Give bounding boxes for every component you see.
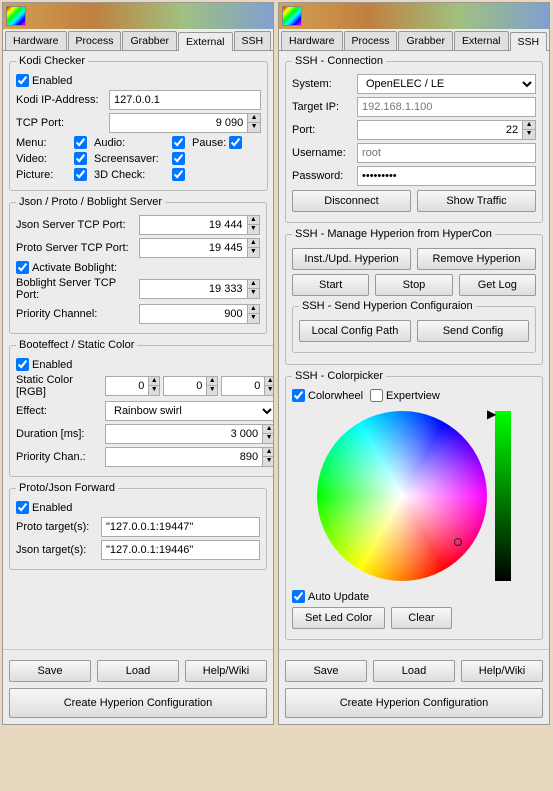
send-config-button[interactable]: Send Config [417,320,529,342]
video-check[interactable] [74,152,87,165]
tab-bar: Hardware Process Grabber External SSH [3,29,273,51]
menu-check[interactable] [74,136,87,149]
tab-process[interactable]: Process [68,31,122,50]
json-target-input[interactable] [101,540,260,560]
bottom-bar: Save Load Help/Wiki Create Hyperion Conf… [3,649,273,724]
kodi-ip-label: Kodi IP-Address: [16,94,106,106]
remove-button[interactable]: Remove Hyperion [417,248,536,270]
tab-grabber[interactable]: Grabber [398,31,453,50]
conn-legend: SSH - Connection [292,55,386,67]
value-slider[interactable]: ▶ [495,411,511,581]
manage-legend: SSH - Manage Hyperion from HyperCon [292,228,495,240]
fwd-legend: Proto/Json Forward [16,482,118,494]
boot-legend: Booteffect / Static Color [16,339,137,351]
expertview-check[interactable]: Expertview [370,389,440,402]
install-button[interactable]: Inst./Upd. Hyperion [292,248,411,270]
create-config-button[interactable]: Create Hyperion Configuration [9,688,267,718]
ssh-send-group: SSH - Send Hyperion Configuraion Local C… [292,300,536,353]
send-legend: SSH - Send Hyperion Configuraion [299,300,476,312]
system-select[interactable]: OpenELEC / LE [357,74,536,94]
save-button[interactable]: Save [9,660,91,682]
app-icon [282,6,302,26]
create-config-button[interactable]: Create Hyperion Configuration [285,688,543,718]
app-icon [6,6,26,26]
rgb-b-spinner[interactable]: ▲▼ [221,376,273,396]
3dcheck-check[interactable] [172,168,185,181]
help-button[interactable]: Help/Wiki [185,660,267,682]
stop-button[interactable]: Stop [375,274,452,296]
save-button[interactable]: Save [285,660,367,682]
tab-external[interactable]: External [454,31,509,50]
show-traffic-button[interactable]: Show Traffic [417,190,536,212]
json-port-spinner[interactable]: ▲▼ [139,215,260,235]
audio-check[interactable] [172,136,185,149]
tab-process[interactable]: Process [344,31,398,50]
ssh-port-spinner[interactable]: ▲▼ [357,120,536,140]
boot-enabled-check[interactable]: Enabled [16,358,72,371]
username-input[interactable] [357,143,536,163]
color-wheel[interactable] [317,411,487,581]
rgb-g-spinner[interactable]: ▲▼ [163,376,218,396]
password-input[interactable] [357,166,536,186]
kodi-legend: Kodi Checker [16,55,88,67]
booteffect-group: Booteffect / Static Color Enabled Static… [9,339,273,477]
picker-legend: SSH - Colorpicker [292,370,386,382]
kodi-tcp-label: TCP Port: [16,117,106,129]
left-window: Hardware Process Grabber External SSH Ko… [2,2,274,725]
forward-group: Proto/Json Forward Enabled Proto target(… [9,482,267,570]
boot-prio-spinner[interactable]: ▲▼ [105,447,273,467]
duration-spinner[interactable]: ▲▼ [105,424,273,444]
kodi-enabled-check[interactable]: Enabled [16,74,72,87]
pause-check[interactable] [229,136,242,149]
titlebar [3,3,273,29]
proto-target-input[interactable] [101,517,260,537]
kodi-checker-group: Kodi Checker Enabled Kodi IP-Address: TC… [9,55,268,191]
content-area: Kodi Checker Enabled Kodi IP-Address: TC… [3,51,273,649]
tab-ssh[interactable]: SSH [234,31,272,50]
jpb-legend: Json / Proto / Boblight Server [16,196,165,208]
tab-hardware[interactable]: Hardware [5,31,67,50]
auto-update-check[interactable]: Auto Update [292,590,369,603]
tab-external[interactable]: External [178,32,233,51]
screensaver-check[interactable] [172,152,185,165]
tab-hardware[interactable]: Hardware [281,31,343,50]
activate-boblight-check[interactable]: Activate Boblight: [16,261,117,274]
disconnect-button[interactable]: Disconnect [292,190,411,212]
tab-ssh[interactable]: SSH [510,32,548,51]
proto-port-spinner[interactable]: ▲▼ [139,238,260,258]
bottom-bar: Save Load Help/Wiki Create Hyperion Conf… [279,649,549,724]
tab-bar: Hardware Process Grabber External SSH [279,29,549,51]
local-config-button[interactable]: Local Config Path [299,320,411,342]
effect-select[interactable]: Rainbow swirl [105,401,273,421]
slider-marker-icon: ▶ [487,407,496,421]
load-button[interactable]: Load [373,660,455,682]
picture-check[interactable] [74,168,87,181]
json-proto-group: Json / Proto / Boblight Server Json Serv… [9,196,267,334]
target-ip-input[interactable] [357,97,536,117]
titlebar [279,3,549,29]
clear-button[interactable]: Clear [391,607,451,629]
right-window: Hardware Process Grabber External SSH SS… [278,2,550,725]
load-button[interactable]: Load [97,660,179,682]
tab-grabber[interactable]: Grabber [122,31,177,50]
ssh-connection-group: SSH - Connection System:OpenELEC / LE Ta… [285,55,543,223]
colorpicker-group: SSH - Colorpicker Colorwheel Expertview … [285,370,543,640]
set-led-button[interactable]: Set Led Color [292,607,385,629]
start-button[interactable]: Start [292,274,369,296]
kodi-tcp-spinner[interactable]: ▲▼ [109,113,261,133]
getlog-button[interactable]: Get Log [459,274,536,296]
content-area: SSH - Connection System:OpenELEC / LE Ta… [279,51,549,649]
ssh-manage-group: SSH - Manage Hyperion from HyperCon Inst… [285,228,543,365]
bob-port-spinner[interactable]: ▲▼ [139,279,260,299]
prio-spinner[interactable]: ▲▼ [139,304,260,324]
kodi-ip-input[interactable] [109,90,261,110]
colorwheel-check[interactable]: Colorwheel [292,389,363,402]
fwd-enabled-check[interactable]: Enabled [16,501,72,514]
wheel-marker-icon [454,538,462,546]
help-button[interactable]: Help/Wiki [461,660,543,682]
rgb-r-spinner[interactable]: ▲▼ [105,376,160,396]
